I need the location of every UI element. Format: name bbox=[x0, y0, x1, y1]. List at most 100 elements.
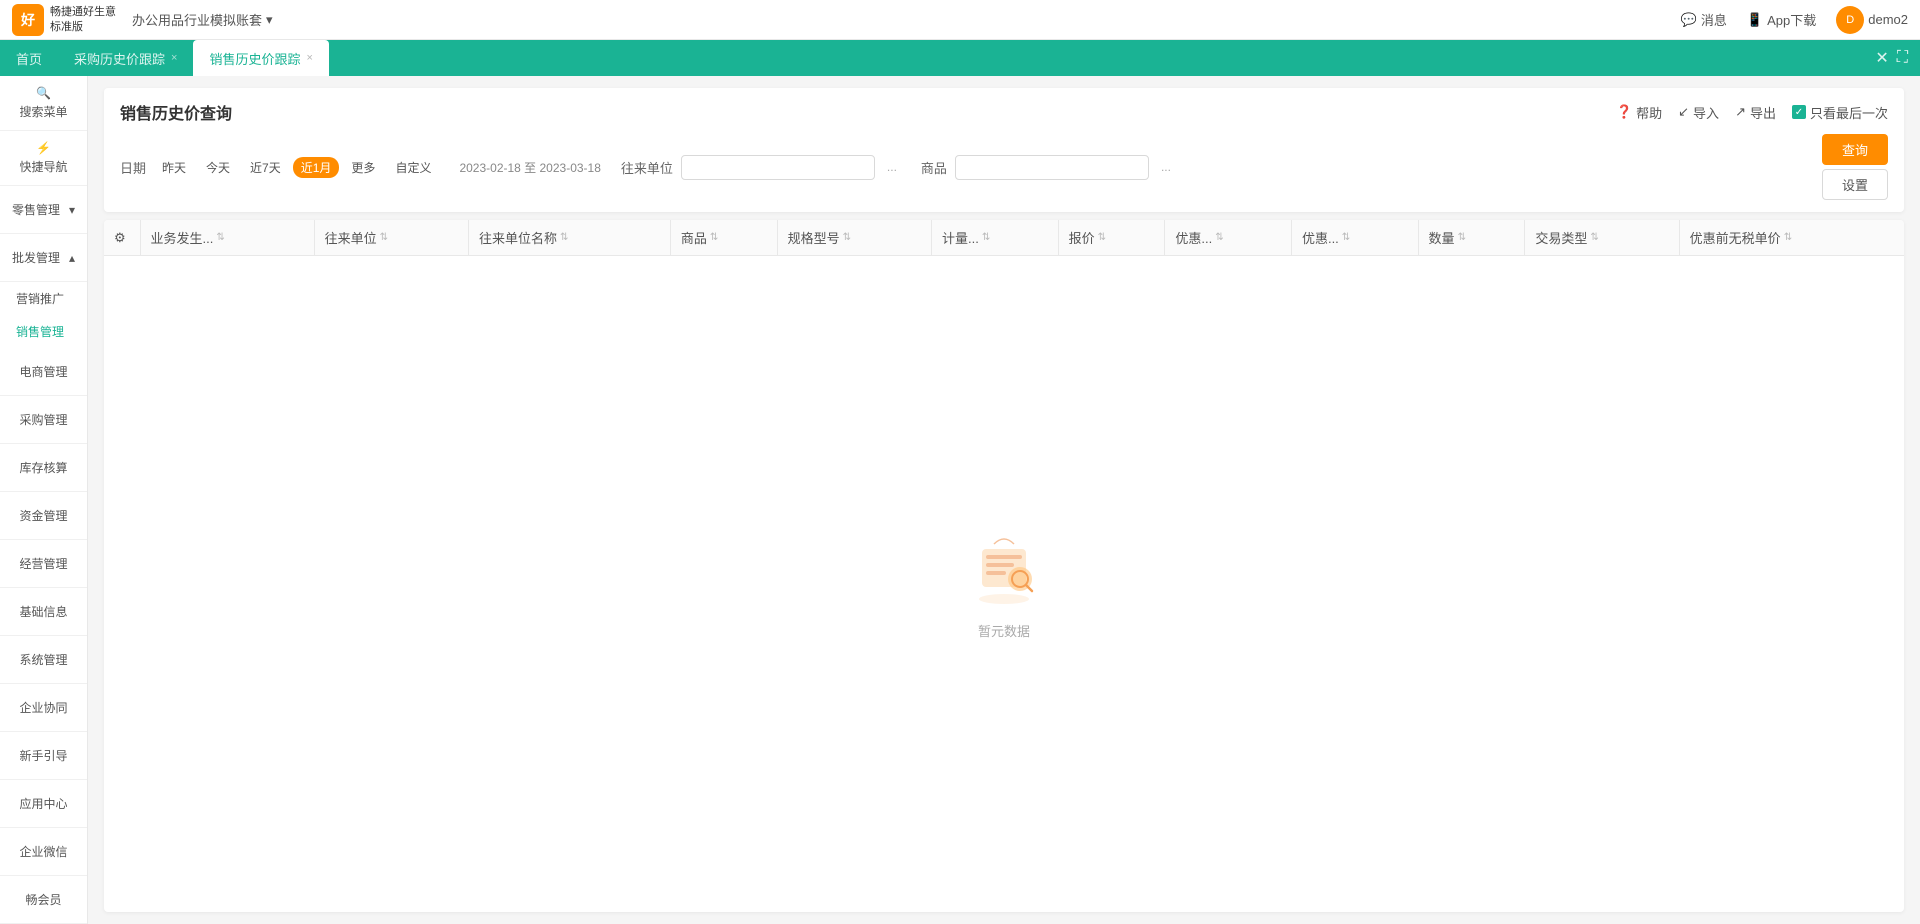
sort-icon: ⇅ bbox=[1590, 232, 1598, 243]
close-sales-tab-icon[interactable]: × bbox=[306, 52, 312, 64]
sort-icon: ⇅ bbox=[216, 232, 224, 243]
product-label: 商品 bbox=[921, 158, 947, 177]
query-button[interactable]: 查询 bbox=[1822, 134, 1888, 165]
empty-icon bbox=[964, 529, 1044, 609]
sidebar-item-app-center[interactable]: 应用中心 bbox=[0, 780, 87, 828]
maximize-button[interactable]: ⛶ bbox=[1897, 49, 1908, 67]
logo-text: 畅捷通好生意 标准版 bbox=[50, 5, 116, 34]
sidebar: 🔍 搜索菜单 ⚡ 快捷导航 零售管理 ▾ 批发管理 ▴ 营销推广 销售管理 电商… bbox=[0, 76, 88, 924]
avatar: D bbox=[1836, 6, 1864, 34]
logo-icon: 好 bbox=[12, 4, 44, 36]
filter-row: 日期 昨天 今天 近7天 近1月 更多 自定义 202 bbox=[120, 134, 1888, 200]
col-pre-tax-price[interactable]: 优惠前无税单价 ⇅ bbox=[1679, 220, 1904, 256]
sidebar-item-quick-nav[interactable]: ⚡ 快捷导航 bbox=[0, 131, 87, 186]
sidebar-item-system-mgmt[interactable]: 系统管理 bbox=[0, 636, 87, 684]
sidebar-item-vip-member[interactable]: 畅会员 bbox=[0, 876, 87, 924]
page-title: 销售历史价查询 bbox=[120, 100, 232, 124]
table-card: ⚙ 业务发生... ⇅ 往来单 bbox=[104, 220, 1904, 912]
col-spec[interactable]: 规格型号 ⇅ bbox=[777, 220, 931, 256]
col-trade-type[interactable]: 交易类型 ⇅ bbox=[1525, 220, 1679, 256]
sidebar-item-new-guide[interactable]: 新手引导 bbox=[0, 732, 87, 780]
import-icon: ↙ bbox=[1678, 104, 1689, 120]
date-tab-yesterday[interactable]: 昨天 bbox=[154, 157, 194, 178]
close-purchase-tab-icon[interactable]: × bbox=[171, 52, 177, 64]
query-card: 销售历史价查询 ❓ 帮助 ↙ 导入 ↗ 导出 bbox=[104, 88, 1904, 212]
product-input[interactable] bbox=[955, 155, 1149, 180]
tab-purchase-history[interactable]: 采购历史价跟踪 × bbox=[58, 40, 193, 76]
sidebar-item-enterprise-wechat[interactable]: 企业微信 bbox=[0, 828, 87, 876]
sidebar-item-wholesale-mgmt[interactable]: 批发管理 ▴ bbox=[0, 234, 87, 282]
checkbox-icon: ✓ bbox=[1792, 105, 1806, 119]
tab-bar: 首页 采购历史价跟踪 × 销售历史价跟踪 × ✕ ⛶ bbox=[0, 40, 1920, 76]
date-tab-today[interactable]: 今天 bbox=[198, 157, 238, 178]
date-tab-7days[interactable]: 近7天 bbox=[242, 157, 289, 178]
empty-text: 暂元数据 bbox=[978, 621, 1030, 640]
query-actions: 查询 设置 bbox=[1822, 134, 1888, 200]
tab-home[interactable]: 首页 bbox=[0, 40, 58, 76]
sidebar-item-purchase-mgmt[interactable]: 采购管理 bbox=[0, 396, 87, 444]
sort-icon: ⇅ bbox=[380, 232, 388, 243]
sidebar-item-search-menu[interactable]: 🔍 搜索菜单 bbox=[0, 76, 87, 131]
trading-unit-label: 往来单位 bbox=[621, 158, 673, 177]
col-trading-unit[interactable]: 往来单位 ⇅ bbox=[314, 220, 468, 256]
only-last-checkbox[interactable]: ✓ 只看最后一次 bbox=[1792, 103, 1888, 122]
header-actions: ❓ 帮助 ↙ 导入 ↗ 导出 ✓ 只看最后一次 bbox=[1616, 103, 1888, 122]
sidebar-item-ecom-mgmt[interactable]: 电商管理 bbox=[0, 348, 87, 396]
date-tabs: 昨天 今天 近7天 近1月 更多 自定义 bbox=[154, 157, 439, 178]
sidebar-item-marketing[interactable]: 营销推广 bbox=[0, 282, 87, 315]
sidebar-item-sales-mgmt[interactable]: 销售管理 bbox=[0, 315, 87, 348]
query-card-header: 销售历史价查询 ❓ 帮助 ↙ 导入 ↗ 导出 bbox=[120, 100, 1888, 124]
sidebar-item-operations-mgmt[interactable]: 经营管理 bbox=[0, 540, 87, 588]
date-tab-custom[interactable]: 自定义 bbox=[387, 157, 439, 178]
sidebar-item-retail-mgmt[interactable]: 零售管理 ▾ bbox=[0, 186, 87, 234]
help-button[interactable]: ❓ 帮助 bbox=[1616, 103, 1662, 122]
date-range-display: 2023-02-18 至 2023-03-18 bbox=[459, 159, 600, 176]
date-tab-1month[interactable]: 近1月 bbox=[293, 157, 340, 178]
data-table: ⚙ 业务发生... ⇅ 往来单 bbox=[104, 220, 1904, 256]
logo-area: 好 畅捷通好生意 标准版 bbox=[12, 4, 116, 36]
trading-unit-more[interactable]: ... bbox=[883, 160, 901, 174]
message-button[interactable]: 💬 消息 bbox=[1681, 10, 1727, 29]
col-trading-unit-name[interactable]: 往来单位名称 ⇅ bbox=[468, 220, 670, 256]
col-qty[interactable]: 数量 ⇅ bbox=[1418, 220, 1525, 256]
settings-button[interactable]: 设置 bbox=[1822, 169, 1888, 200]
col-discount2[interactable]: 优惠... ⇅ bbox=[1291, 220, 1418, 256]
top-bar: 好 畅捷通好生意 标准版 办公用品行业模拟账套 ▾ 💬 消息 📱 App下载 D… bbox=[0, 0, 1920, 40]
product-more[interactable]: ... bbox=[1157, 160, 1175, 174]
sidebar-item-inventory-check[interactable]: 库存核算 bbox=[0, 444, 87, 492]
content-area: 销售历史价查询 ❓ 帮助 ↙ 导入 ↗ 导出 bbox=[88, 76, 1920, 924]
industry-selector[interactable]: 办公用品行业模拟账套 ▾ bbox=[124, 6, 281, 33]
sidebar-item-fund-mgmt[interactable]: 资金管理 bbox=[0, 492, 87, 540]
trading-unit-input[interactable] bbox=[681, 155, 875, 180]
app-download-button[interactable]: 📱 App下载 bbox=[1747, 10, 1816, 29]
col-product[interactable]: 商品 ⇅ bbox=[670, 220, 777, 256]
import-button[interactable]: ↙ 导入 bbox=[1678, 103, 1719, 122]
col-unit[interactable]: 计量... ⇅ bbox=[931, 220, 1058, 256]
sort-icon: ⇅ bbox=[1458, 232, 1466, 243]
col-discount1[interactable]: 优惠... ⇅ bbox=[1165, 220, 1292, 256]
chevron-down-icon: ▾ bbox=[266, 12, 273, 28]
tab-bar-actions: ✕ ⛶ bbox=[1875, 48, 1920, 68]
main-layout: 🔍 搜索菜单 ⚡ 快捷导航 零售管理 ▾ 批发管理 ▴ 营销推广 销售管理 电商… bbox=[0, 76, 1920, 924]
col-gear: ⚙ bbox=[104, 220, 140, 256]
close-tab-button[interactable]: ✕ bbox=[1875, 48, 1888, 68]
sort-icon: ⇅ bbox=[1342, 232, 1350, 243]
trading-unit-filter-group: 往来单位 ... bbox=[621, 155, 901, 180]
tab-sales-history[interactable]: 销售历史价跟踪 × bbox=[193, 40, 328, 76]
col-quote[interactable]: 报价 ⇅ bbox=[1058, 220, 1165, 256]
col-biz-date[interactable]: 业务发生... ⇅ bbox=[140, 220, 314, 256]
top-right-actions: 💬 消息 📱 App下载 D demo2 bbox=[1681, 6, 1908, 34]
date-range-picker: 昨天 今天 近7天 近1月 更多 自定义 bbox=[154, 157, 439, 178]
gear-icon[interactable]: ⚙ bbox=[114, 230, 126, 245]
sidebar-item-basic-info[interactable]: 基础信息 bbox=[0, 588, 87, 636]
sort-icon: ⇅ bbox=[710, 232, 718, 243]
message-icon: 💬 bbox=[1681, 12, 1697, 28]
search-icon: 🔍 bbox=[36, 86, 51, 100]
sidebar-item-enterprise-collab[interactable]: 企业协同 bbox=[0, 684, 87, 732]
user-menu[interactable]: D demo2 bbox=[1836, 6, 1908, 34]
date-tab-more[interactable]: 更多 bbox=[343, 157, 383, 178]
export-button[interactable]: ↗ 导出 bbox=[1735, 103, 1776, 122]
sort-icon: ⇅ bbox=[1215, 232, 1223, 243]
sort-icon: ⇅ bbox=[843, 232, 851, 243]
product-filter-group: 商品 ... bbox=[921, 155, 1175, 180]
